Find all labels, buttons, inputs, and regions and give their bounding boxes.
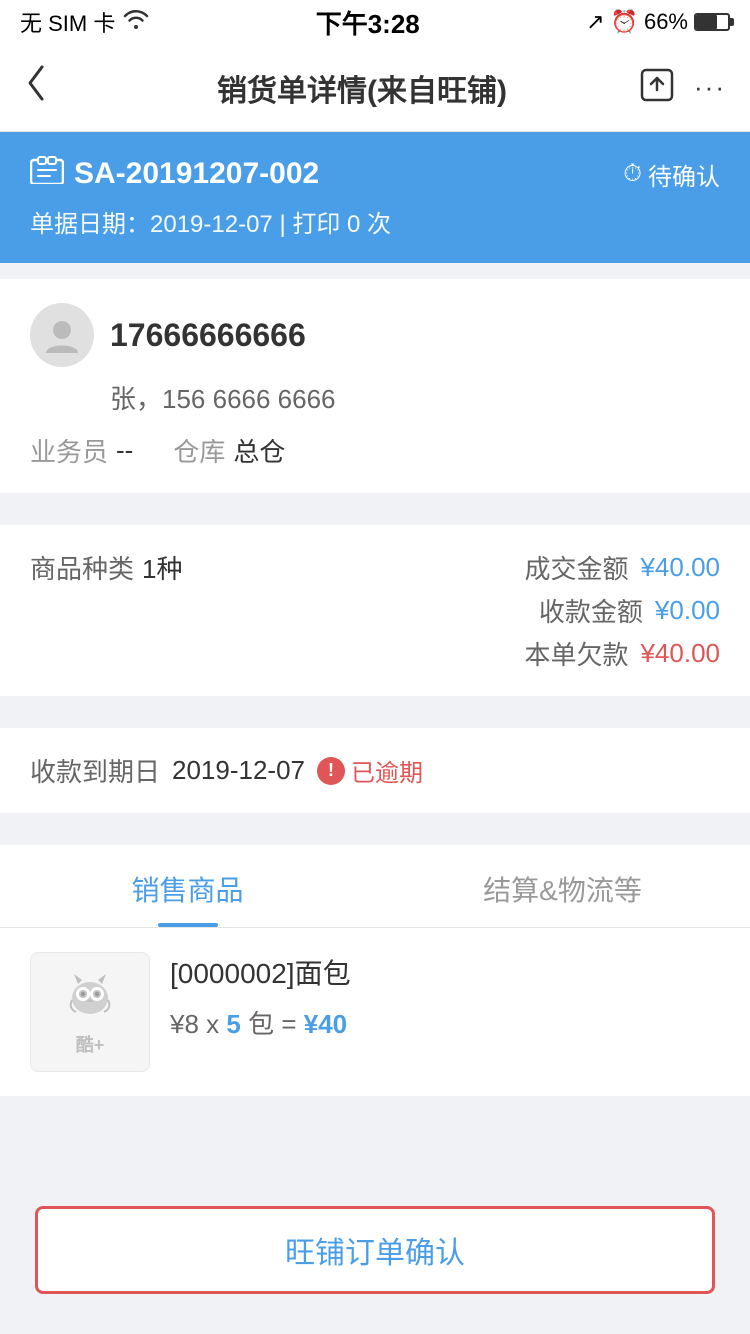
share-icon[interactable] [640,68,674,107]
nav-bar: 销货单详情(来自旺铺) ··· [0,44,750,132]
customer-section: 17666666666 张，156 6666 6666 业务员 -- 仓库 总仓 [0,279,750,493]
status-bar: 无 SIM 卡 下午3:28 ↗ ⏰ 66% [0,0,750,44]
overdue-text: 已逾期 [351,753,423,788]
clock-icon: ⏱ [623,160,642,188]
time-display: 下午3:28 [316,4,420,41]
status-right: ↗ ⏰ 66% [586,9,730,35]
product-brand: 酷+ [76,1031,105,1057]
product-section: 酷+ [0000002]面包 ¥8 x 5 包 = ¥40 [0,928,750,1096]
customer-name: 张，156 6666 6666 [30,379,720,416]
divider-2 [0,509,750,525]
summary-section: 商品种类 1种 成交金额 ¥40.00 收款金额 ¥0.00 本单欠款 ¥40.… [0,525,750,696]
confirm-order-button[interactable]: 旺铺订单确认 [35,1206,715,1294]
wifi-icon [123,9,149,35]
due-date-section: 收款到期日 2019-12-07 ! 已逾期 [0,728,750,813]
more-button[interactable]: ··· [694,72,726,103]
tab-sales-products[interactable]: 销售商品 [0,845,375,927]
customer-avatar [30,303,94,367]
alarm-icon: ⏰ [611,9,638,35]
location-icon: ↗ [586,9,604,35]
order-header: SA-20191207-002 ⏱ 待确认 单据日期：2019-12-07 | … [0,132,750,263]
page-title: 销货单详情(来自旺铺) [217,66,507,110]
status-left: 无 SIM 卡 [20,6,149,38]
tabs-section: 销售商品 结算&物流等 [0,845,750,928]
customer-phone: 17666666666 [110,317,306,354]
warehouse-meta: 仓库 总仓 [173,432,285,469]
received-amount-row: 收款金额 ¥0.00 [539,592,720,629]
tab-settlement-logistics[interactable]: 结算&物流等 [375,845,750,927]
transaction-amount-row: 成交金额 ¥40.00 [524,549,720,586]
order-status: ⏱ 待确认 [623,157,720,192]
divider-3 [0,712,750,728]
product-info: [0000002]面包 ¥8 x 5 包 = ¥40 [170,952,720,1041]
product-item: 酷+ [0000002]面包 ¥8 x 5 包 = ¥40 [30,952,720,1072]
amount-info: 成交金额 ¥40.00 收款金额 ¥0.00 本单欠款 ¥40.00 [524,549,720,672]
product-owl-icon [60,968,120,1027]
overdue-badge: ! 已逾期 [317,753,423,788]
back-button[interactable] [24,63,84,112]
debt-amount-row: 本单欠款 ¥40.00 [524,635,720,672]
carrier-text: 无 SIM 卡 [20,6,115,38]
product-type-info: 商品种类 1种 [30,549,182,586]
overdue-warning-icon: ! [317,757,345,785]
product-price-detail: ¥8 x 5 包 = ¥40 [170,1004,720,1041]
battery-icon [694,13,730,31]
nav-actions: ··· [640,68,726,107]
order-date: 单据日期：2019-12-07 | 打印 0 次 [30,204,720,239]
tabs-header: 销售商品 结算&物流等 [0,845,750,928]
confirm-button-wrapper: 旺铺订单确认 [35,1206,715,1294]
order-id: SA-20191207-002 [30,156,319,192]
divider-4 [0,829,750,845]
customer-meta: 业务员 -- 仓库 总仓 [30,432,720,469]
salesperson-meta: 业务员 -- [30,432,133,469]
battery-percent: 66% [644,9,688,35]
product-thumbnail: 酷+ [30,952,150,1072]
divider-1 [0,263,750,279]
order-icon [30,156,64,192]
product-name: [0000002]面包 [170,952,720,992]
